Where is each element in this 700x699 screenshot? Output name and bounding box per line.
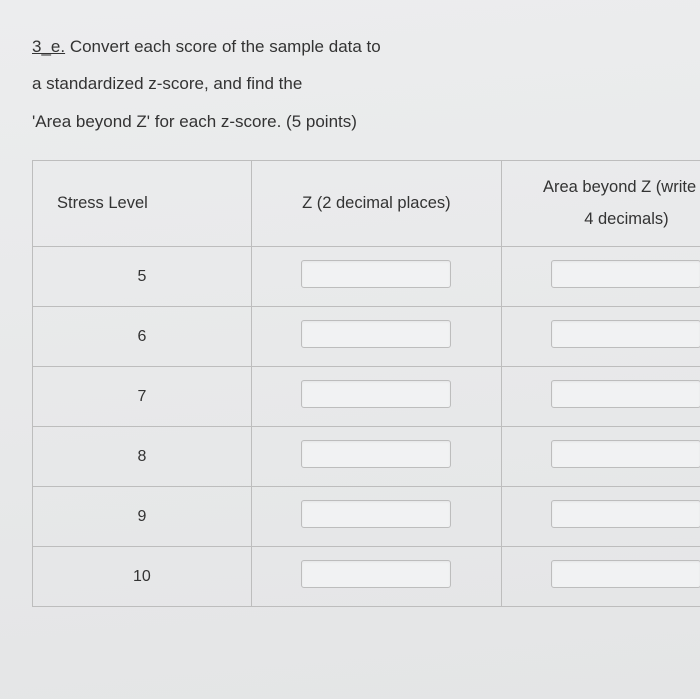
stress-value: 10 bbox=[33, 547, 252, 607]
table-row: 9 bbox=[33, 487, 700, 547]
area-input[interactable] bbox=[551, 260, 700, 288]
z-input[interactable] bbox=[301, 380, 451, 408]
z-input-cell bbox=[251, 547, 501, 607]
area-input[interactable] bbox=[551, 320, 700, 348]
header-area-beyond-z: Area beyond Z (write a 4 decimals) bbox=[501, 161, 700, 247]
z-input[interactable] bbox=[301, 320, 451, 348]
z-input[interactable] bbox=[301, 500, 451, 528]
z-input[interactable] bbox=[301, 440, 451, 468]
table-row: 7 bbox=[33, 367, 700, 427]
z-input-cell bbox=[251, 367, 501, 427]
header-z-score: Z (2 decimal places) bbox=[251, 161, 501, 247]
stress-value: 6 bbox=[33, 307, 252, 367]
area-input-cell bbox=[501, 367, 700, 427]
area-input-cell bbox=[501, 487, 700, 547]
area-input-cell bbox=[501, 247, 700, 307]
area-input-cell bbox=[501, 547, 700, 607]
stress-value: 5 bbox=[33, 247, 252, 307]
zscore-table: Stress Level Z (2 decimal places) Area b… bbox=[32, 160, 700, 607]
table-row: 6 bbox=[33, 307, 700, 367]
z-input-cell bbox=[251, 427, 501, 487]
area-input-cell bbox=[501, 427, 700, 487]
question-number: 3_e. bbox=[32, 37, 65, 56]
area-input[interactable] bbox=[551, 380, 700, 408]
area-input[interactable] bbox=[551, 560, 700, 588]
prompt-line-3: 'Area beyond Z' for each z-score. (5 poi… bbox=[32, 112, 357, 131]
area-input[interactable] bbox=[551, 440, 700, 468]
worksheet-page: 3_e. Convert each score of the sample da… bbox=[0, 0, 700, 699]
z-input[interactable] bbox=[301, 560, 451, 588]
z-input-cell bbox=[251, 247, 501, 307]
table-row: 5 bbox=[33, 247, 700, 307]
question-prompt: 3_e. Convert each score of the sample da… bbox=[32, 28, 700, 140]
stress-value: 8 bbox=[33, 427, 252, 487]
z-input-cell bbox=[251, 307, 501, 367]
stress-value: 7 bbox=[33, 367, 252, 427]
area-input-cell bbox=[501, 307, 700, 367]
header-stress-level: Stress Level bbox=[33, 161, 252, 247]
table-row: 8 bbox=[33, 427, 700, 487]
stress-value: 9 bbox=[33, 487, 252, 547]
prompt-line-2: a standardized z-score, and find the bbox=[32, 74, 302, 93]
z-input[interactable] bbox=[301, 260, 451, 288]
z-input-cell bbox=[251, 487, 501, 547]
table-row: 10 bbox=[33, 547, 700, 607]
prompt-line-1: Convert each score of the sample data to bbox=[70, 37, 381, 56]
area-input[interactable] bbox=[551, 500, 700, 528]
table-header-row: Stress Level Z (2 decimal places) Area b… bbox=[33, 161, 700, 247]
